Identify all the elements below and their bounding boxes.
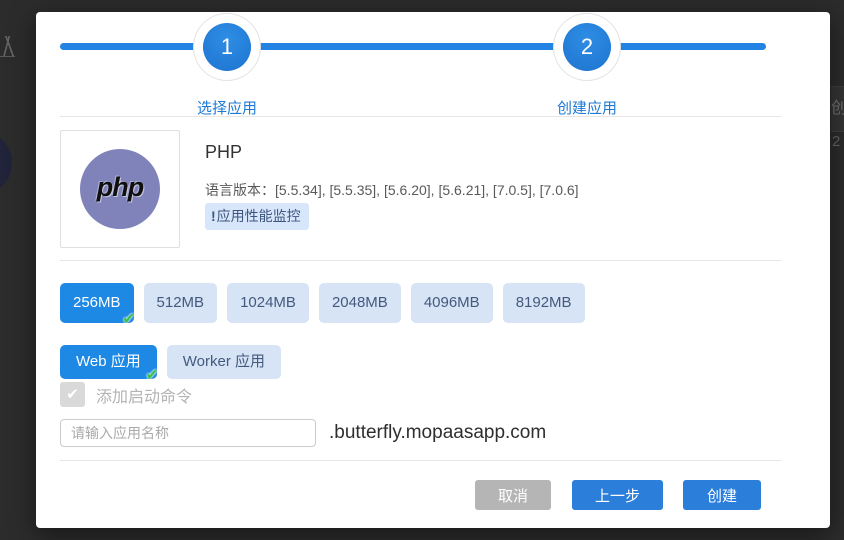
previous-step-button[interactable]: 上一步 xyxy=(572,480,663,510)
memory-option-512mb[interactable]: 512MB xyxy=(143,283,218,323)
app-type-web[interactable]: Web 应用 ✔ xyxy=(60,345,159,384)
wizard-step-1-label: 选择应用 xyxy=(196,100,257,117)
apm-tag: !应用性能监控 xyxy=(205,203,309,230)
memory-option-4096mb[interactable]: 4096MB xyxy=(410,283,493,323)
memory-options-row: 256MB ✔ 512MB 1024MB 2048MB 4096MB 8192M… xyxy=(60,283,585,328)
startup-command-label: 添加启动命令 xyxy=(96,388,193,406)
app-type-label: Worker 应用 xyxy=(182,353,265,370)
startup-command-checkbox[interactable]: ✔ xyxy=(60,382,85,407)
php-app-card[interactable]: php xyxy=(60,130,180,248)
app-name: PHP xyxy=(205,142,243,162)
backdrop-partial-number: 2 xyxy=(832,133,841,150)
app-type-worker[interactable]: Worker 应用 xyxy=(166,345,281,379)
divider xyxy=(60,260,782,261)
memory-option-label: 2048MB xyxy=(331,294,388,311)
memory-option-2048mb[interactable]: 2048MB xyxy=(318,283,401,323)
startup-command-row: ✔ 添加启动命令 xyxy=(60,382,192,407)
check-icon: ✔ xyxy=(66,386,79,403)
memory-option-label: 8192MB xyxy=(515,294,572,311)
memory-option-256mb[interactable]: 256MB ✔ xyxy=(60,283,136,328)
cancel-button[interactable]: 取消 xyxy=(475,480,551,510)
backdrop-partial-text: 创 xyxy=(831,100,844,117)
wizard-step-2-label: 创建应用 xyxy=(556,100,617,117)
apm-tag-label: 应用性能监控 xyxy=(216,208,301,224)
backdrop-artifact-mark xyxy=(0,36,15,57)
memory-option-1024mb[interactable]: 1024MB xyxy=(227,283,309,323)
memory-option-label: 256MB xyxy=(73,294,121,311)
memory-option-8192mb[interactable]: 8192MB xyxy=(502,283,585,323)
memory-option-label: 4096MB xyxy=(423,294,480,311)
app-type-options-row: Web 应用 ✔ Worker 应用 xyxy=(60,345,281,384)
app-versions: 语言版本：[5.5.34], [5.5.35], [5.6.20], [5.6.… xyxy=(205,182,579,198)
wizard-progress-bar xyxy=(60,43,766,50)
app-name-row: .butterfly.mopaasapp.com xyxy=(60,419,546,447)
exclamation-icon: ! xyxy=(211,208,216,224)
divider xyxy=(60,460,782,461)
domain-suffix: .butterfly.mopaasapp.com xyxy=(329,422,547,443)
wizard-step-1-number: 1 xyxy=(220,34,234,59)
divider xyxy=(60,116,782,117)
wizard-step-1-indicator: 1 xyxy=(203,23,251,71)
check-icon: ✔ xyxy=(122,311,136,328)
memory-option-label: 512MB xyxy=(156,294,205,311)
app-name-input[interactable] xyxy=(60,419,316,447)
create-button[interactable]: 创建 xyxy=(683,480,761,510)
wizard-step-2-number: 2 xyxy=(580,34,594,59)
php-logo: php xyxy=(80,149,160,229)
create-app-modal: 1 2 选择应用 创建应用 php PHP 语言版本：[5.5.34], [5.… xyxy=(36,12,830,528)
app-type-label: Web 应用 xyxy=(76,353,141,370)
wizard-step-2-indicator: 2 xyxy=(563,23,611,71)
backdrop-artifact-circle xyxy=(0,131,12,195)
backdrop-artifact-right-panel: 创 xyxy=(831,86,844,132)
memory-option-label: 1024MB xyxy=(240,294,296,311)
